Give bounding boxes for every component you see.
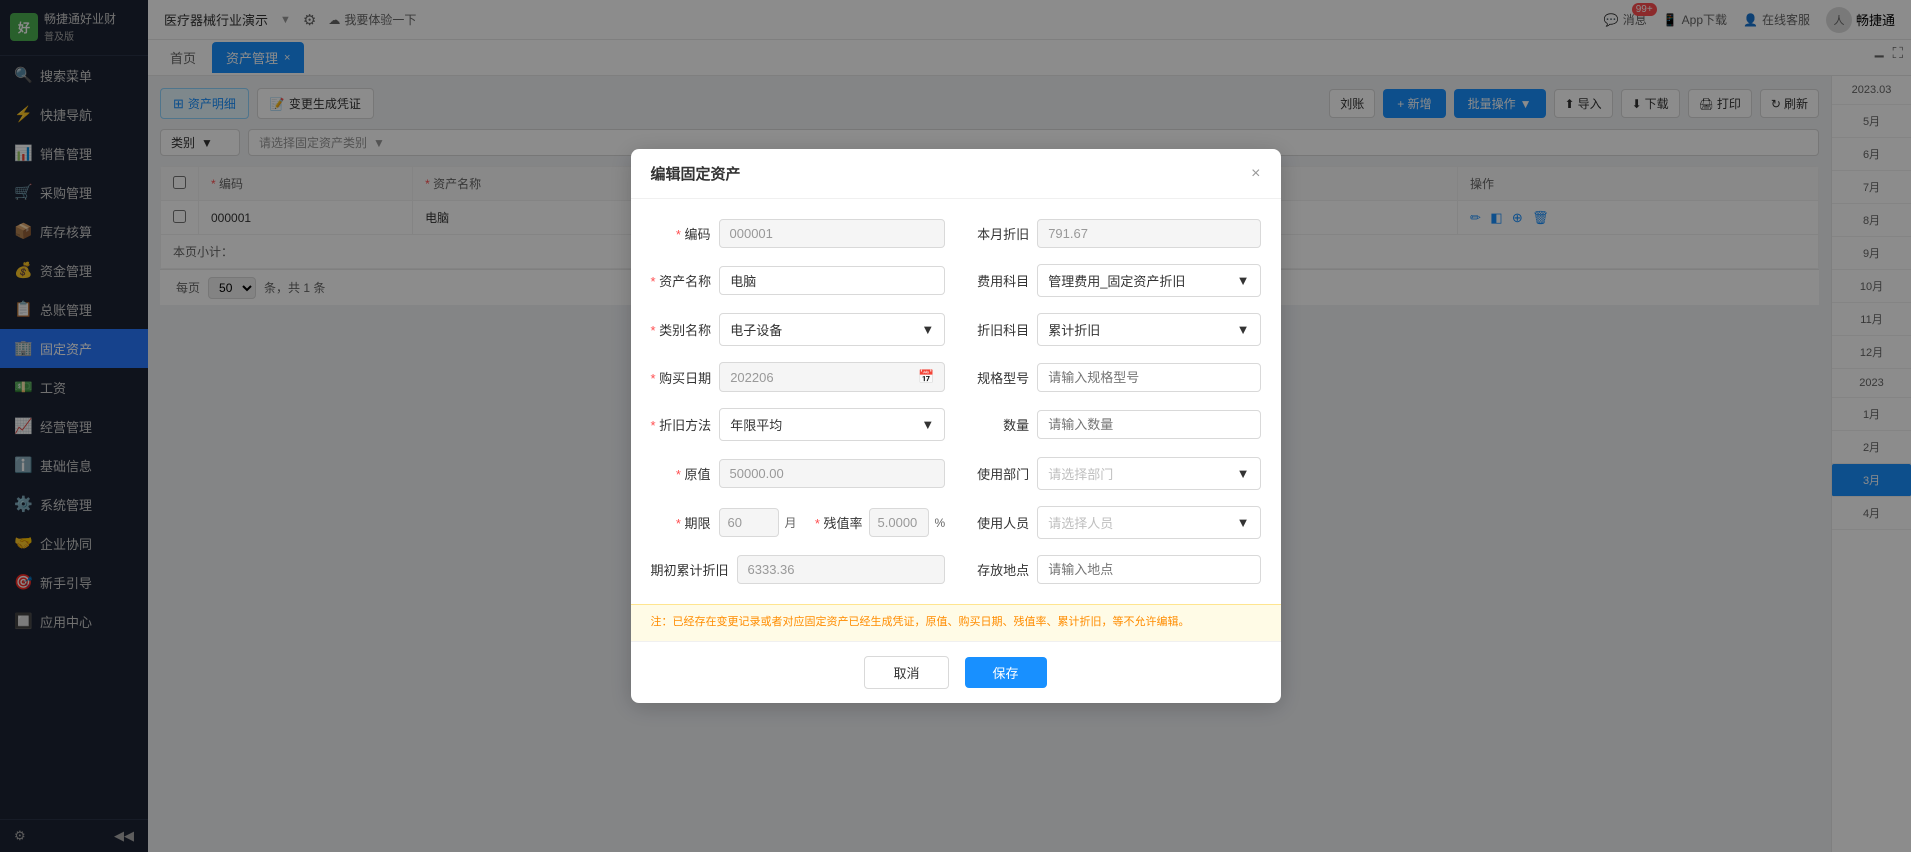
form-row-user: 使用人员 请选择人员 ▼ (969, 506, 1260, 539)
form-row-quantity: 数量 (969, 408, 1260, 441)
department-label: 使用部门 (969, 464, 1029, 483)
residual-rate-unit: % (935, 516, 946, 530)
user-select[interactable]: 请选择人员 ▼ (1037, 506, 1260, 539)
spec-model-input[interactable] (1037, 363, 1260, 392)
department-select[interactable]: 请选择部门 ▼ (1037, 457, 1260, 490)
modal-title: 编辑固定资产 (651, 163, 741, 184)
modal-header: 编辑固定资产 × (631, 149, 1281, 199)
expense-account-label: 费用科目 (969, 271, 1029, 290)
save-btn[interactable]: 保存 (965, 657, 1047, 688)
modal-overlay: 编辑固定资产 × 编码 本月折旧 资产名称 费用科目 (0, 0, 1911, 852)
code-input[interactable] (719, 219, 946, 248)
form-row-storage: 存放地点 (969, 555, 1260, 584)
dep-account-select[interactable]: 累计折旧 ▼ (1037, 313, 1260, 346)
period-group: 月 残值率 % (719, 508, 946, 537)
form-row-category: 类别名称 电子设备 ▼ (651, 313, 946, 346)
period-input[interactable] (719, 508, 779, 537)
user-label: 使用人员 (969, 513, 1029, 532)
form-row-monthly-dep: 本月折旧 (969, 219, 1260, 248)
residual-rate-input[interactable] (869, 508, 929, 537)
dep-method-select[interactable]: 年限平均 ▼ (719, 408, 945, 441)
purchase-date-value: 202206 (730, 370, 773, 385)
name-label: 资产名称 (651, 271, 712, 290)
form-row-dep-method: 折旧方法 年限平均 ▼ (651, 408, 946, 441)
form-row-code: 编码 (651, 219, 946, 248)
name-input[interactable] (719, 266, 945, 295)
spec-model-label: 规格型号 (969, 368, 1029, 387)
form-row-expense-account: 费用科目 管理费用_固定资产折旧 ▼ (969, 264, 1260, 297)
category-field-label: 类别名称 (651, 320, 712, 339)
period-label: 期限 (651, 513, 711, 532)
storage-label: 存放地点 (969, 560, 1029, 579)
edit-asset-modal: 编辑固定资产 × 编码 本月折旧 资产名称 费用科目 (631, 149, 1281, 703)
form-row-dep-account: 折旧科目 累计折旧 ▼ (969, 313, 1260, 346)
category-field-chevron: ▼ (921, 322, 934, 337)
purchase-date-label: 购买日期 (651, 368, 712, 387)
monthly-dep-label: 本月折旧 (969, 224, 1029, 243)
department-chevron: ▼ (1237, 466, 1250, 481)
period-cumulative-dep-label: 期初累计折旧 (651, 560, 729, 579)
dep-account-value: 累计折旧 (1048, 320, 1100, 339)
category-field-select[interactable]: 电子设备 ▼ (719, 313, 945, 346)
calendar-icon: 📅 (918, 369, 934, 385)
expense-account-value: 管理费用_固定资产折旧 (1048, 271, 1185, 290)
period-unit: 月 (785, 514, 797, 531)
department-placeholder: 请选择部门 (1048, 464, 1113, 483)
form-row-name: 资产名称 (651, 264, 946, 297)
form-row-period: 期限 月 残值率 % (651, 506, 946, 539)
modal-note: 注：已经存在变更记录或者对应固定资产已经生成凭证，原值、购买日期、残值率、累计折… (631, 604, 1281, 641)
purchase-date-input[interactable]: 202206 📅 (719, 362, 945, 392)
form-row-original-value: 原值 (651, 457, 946, 490)
form-row-purchase-date: 购买日期 202206 📅 (651, 362, 946, 392)
dep-method-value: 年限平均 (730, 415, 782, 434)
category-field-value: 电子设备 (730, 320, 782, 339)
storage-input[interactable] (1037, 555, 1260, 584)
expense-account-select[interactable]: 管理费用_固定资产折旧 ▼ (1037, 264, 1260, 297)
user-chevron: ▼ (1237, 515, 1250, 530)
form-row-period-cumulative-dep: 期初累计折旧 (651, 555, 946, 584)
user-placeholder: 请选择人员 (1048, 513, 1113, 532)
quantity-input[interactable] (1037, 410, 1260, 439)
dep-account-chevron: ▼ (1237, 322, 1250, 337)
expense-account-chevron: ▼ (1237, 273, 1250, 288)
dep-method-chevron: ▼ (921, 417, 934, 432)
quantity-label: 数量 (969, 415, 1029, 434)
residual-rate-label: 残值率 (803, 513, 863, 532)
monthly-dep-input[interactable] (1037, 219, 1260, 248)
period-cumulative-dep-input[interactable] (737, 555, 946, 584)
code-label: 编码 (651, 224, 711, 243)
cancel-btn[interactable]: 取消 (864, 656, 948, 689)
modal-body: 编码 本月折旧 资产名称 费用科目 管理费用_固定资产折旧 ▼ (631, 199, 1281, 604)
original-value-input[interactable] (719, 459, 946, 488)
modal-footer: 取消 保存 (631, 641, 1281, 703)
original-value-label: 原值 (651, 464, 711, 483)
form-row-department: 使用部门 请选择部门 ▼ (969, 457, 1260, 490)
form-row-spec-model: 规格型号 (969, 362, 1260, 392)
dep-account-label: 折旧科目 (969, 320, 1029, 339)
dep-method-label: 折旧方法 (651, 415, 712, 434)
modal-close-btn[interactable]: × (1251, 165, 1260, 183)
